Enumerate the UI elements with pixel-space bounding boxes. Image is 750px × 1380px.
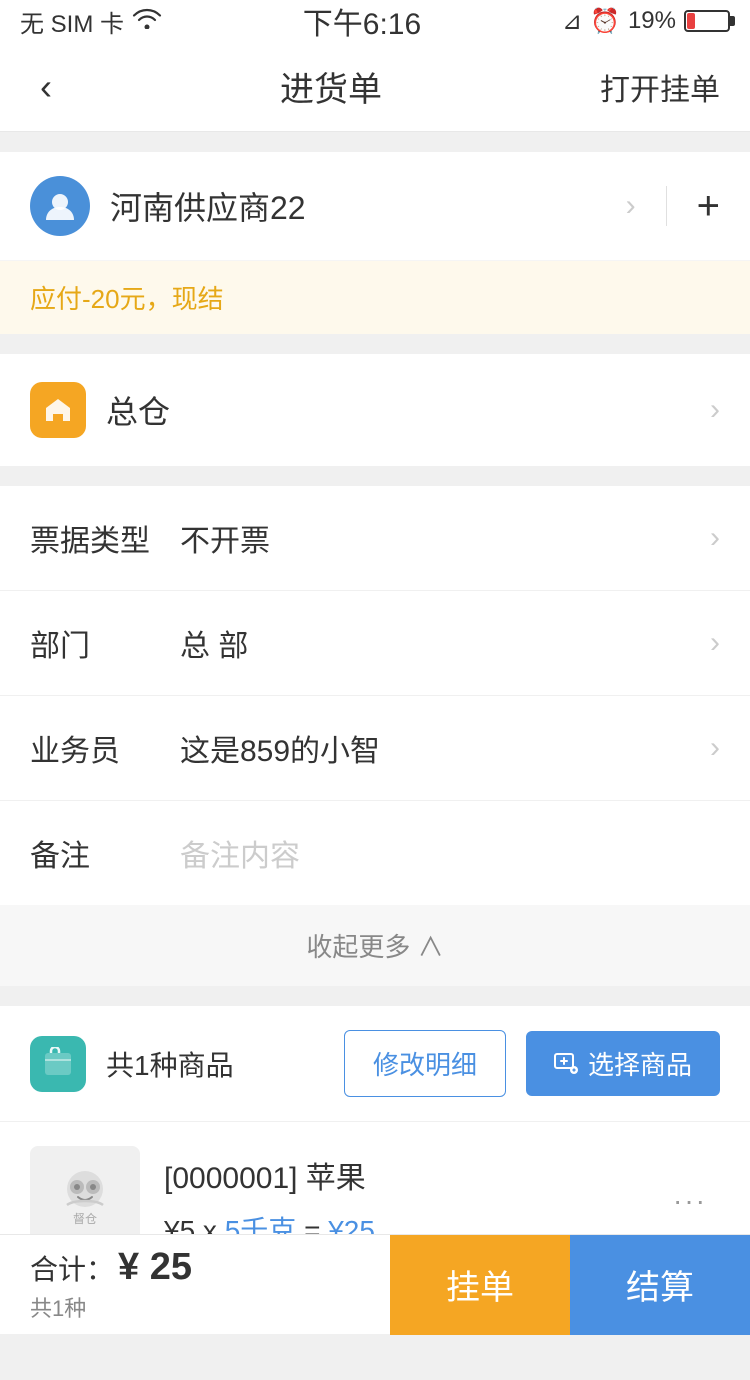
product-count-icon — [30, 1036, 86, 1092]
svg-text:督仓: 督仓 — [73, 1211, 97, 1226]
product-name: [0000001] 苹果 — [164, 1153, 660, 1197]
supplier-row[interactable]: 河南供应商22 › + — [0, 152, 750, 261]
total-label: 合计： — [30, 1248, 114, 1288]
salesman-value: 这是859的小智 — [170, 726, 710, 770]
salesman-label: 业务员 — [30, 726, 170, 770]
ticket-type-row[interactable]: 票据类型 不开票 › — [0, 486, 750, 591]
battery-percent: 19% — [628, 7, 676, 35]
remark-row[interactable]: 备注 备注内容 — [0, 801, 750, 905]
total-count: 共1种 — [30, 1291, 360, 1323]
edit-detail-button[interactable]: 修改明细 — [344, 1030, 506, 1097]
total-amount: ¥ 25 — [118, 1246, 192, 1289]
ticket-type-value: 不开票 — [170, 516, 710, 560]
supplier-name: 河南供应商22 — [110, 183, 626, 229]
department-chevron-icon: › — [710, 626, 720, 660]
department-value: 总 部 — [170, 621, 710, 665]
collapse-toggle-button[interactable]: 收起更多 ∧ — [0, 905, 750, 986]
total-section: 合计： ¥ 25 共1种 — [0, 1246, 390, 1323]
gap-4 — [0, 986, 750, 1006]
status-bar: 无 SIM 卡 下午6:16 ⊿ ⏰ 19% — [0, 0, 750, 42]
form-section: 票据类型 不开票 › 部门 总 部 › 业务员 这是859的小智 › 备注 备注… — [0, 486, 750, 905]
supplier-info-banner: 应付-20元，现结 — [0, 261, 750, 334]
supplier-section: 河南供应商22 › + 应付-20元，现结 — [0, 152, 750, 334]
warehouse-name: 总仓 — [106, 387, 710, 433]
department-row[interactable]: 部门 总 部 › — [0, 591, 750, 696]
product-header: 共1种商品 修改明细 选择商品 — [0, 1006, 750, 1121]
wifi-icon — [132, 7, 162, 36]
product-more-button[interactable]: ··· — [660, 1181, 720, 1221]
department-label: 部门 — [30, 621, 170, 665]
status-right: ⊿ ⏰ 19% — [562, 7, 730, 36]
product-title: 苹果 — [306, 1162, 366, 1195]
product-count-text: 共1种商品 — [106, 1044, 324, 1084]
warehouse-section: 总仓 › — [0, 354, 750, 466]
status-left: 无 SIM 卡 — [20, 4, 162, 39]
product-code: [0000001] — [164, 1162, 306, 1195]
add-supplier-button[interactable]: + — [697, 184, 720, 229]
more-options-icon: ··· — [673, 1185, 707, 1217]
remark-input[interactable]: 备注内容 — [170, 831, 720, 875]
gap-2 — [0, 334, 750, 354]
warehouse-icon — [30, 382, 86, 438]
supplier-actions: › + — [626, 184, 720, 229]
supplier-avatar — [30, 176, 90, 236]
remark-label: 备注 — [30, 831, 170, 875]
page-title: 进货单 — [280, 62, 382, 111]
status-time: 下午6:16 — [303, 0, 421, 43]
product-placeholder-icon: 督仓 — [50, 1161, 120, 1242]
salesman-row[interactable]: 业务员 这是859的小智 › — [0, 696, 750, 801]
open-pending-button[interactable]: 打开挂单 — [600, 65, 720, 109]
gap-3 — [0, 466, 750, 486]
collapse-toggle-text: 收起更多 ∧ — [306, 927, 443, 964]
select-product-button[interactable]: 选择商品 — [526, 1031, 720, 1096]
warehouse-chevron-icon: › — [710, 393, 720, 427]
divider — [666, 186, 667, 226]
hold-order-button[interactable]: 挂单 — [390, 1235, 570, 1335]
location-icon: ⊿ — [562, 7, 582, 36]
bottom-bar: 合计： ¥ 25 共1种 挂单 结算 — [0, 1234, 750, 1334]
salesman-chevron-icon: › — [710, 731, 720, 765]
nav-bar: ‹ 进货单 打开挂单 — [0, 42, 750, 132]
carrier-text: 无 SIM 卡 — [20, 4, 124, 39]
checkout-button[interactable]: 结算 — [570, 1235, 750, 1335]
battery-icon — [684, 10, 730, 32]
select-product-label: 选择商品 — [588, 1045, 692, 1082]
warehouse-row[interactable]: 总仓 › — [0, 354, 750, 466]
back-button[interactable]: ‹ — [30, 56, 62, 118]
gap-1 — [0, 132, 750, 152]
alarm-icon: ⏰ — [590, 7, 620, 36]
ticket-type-chevron-icon: › — [710, 521, 720, 555]
supplier-chevron-icon: › — [626, 189, 636, 223]
ticket-type-label: 票据类型 — [30, 516, 170, 560]
